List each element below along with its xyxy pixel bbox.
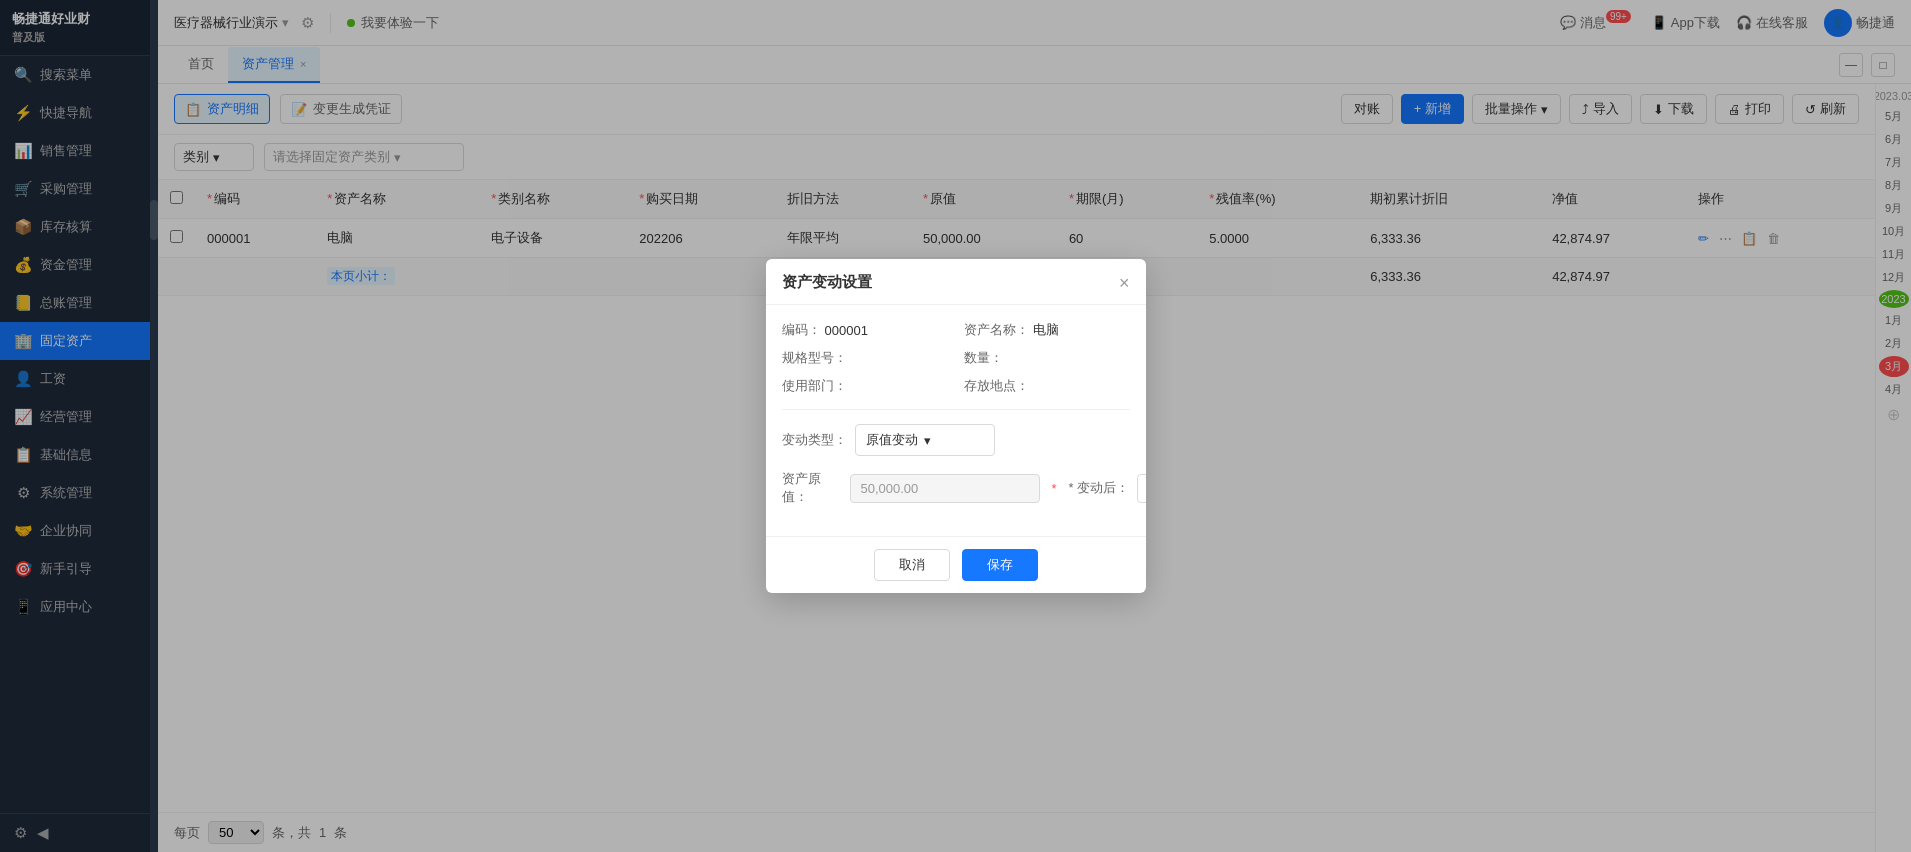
change-type-arrow: ▾	[924, 433, 931, 448]
modal-title: 资产变动设置	[782, 273, 872, 292]
asset-change-modal: 资产变动设置 × 编码： 000001 资产名称： 电脑 规格型号： 数量：	[766, 259, 1146, 593]
modal-department-field: 使用部门：	[782, 377, 948, 395]
modal-header: 资产变动设置 ×	[766, 259, 1146, 305]
after-change-input[interactable]	[1137, 474, 1146, 503]
change-type-select[interactable]: 原值变动 ▾	[855, 424, 995, 456]
modal-location-field: 存放地点：	[964, 377, 1130, 395]
modal-spec-field: 规格型号：	[782, 349, 948, 367]
modal-quantity-field: 数量：	[964, 349, 1130, 367]
modal-close-button[interactable]: ×	[1119, 274, 1130, 292]
modal-code-field: 编码： 000001	[782, 321, 948, 339]
modal-change-type-field: 变动类型： 原值变动 ▾	[782, 424, 1130, 456]
modal-asset-name-field: 资产名称： 电脑	[964, 321, 1130, 339]
modal-overlay: 资产变动设置 × 编码： 000001 资产名称： 电脑 规格型号： 数量：	[0, 0, 1911, 852]
modal-footer: 取消 保存	[766, 536, 1146, 593]
original-value-input	[850, 474, 1040, 503]
cancel-button[interactable]: 取消	[874, 549, 950, 581]
modal-original-value-field: 资产原值： * * 变动后：	[782, 470, 1130, 506]
modal-info-grid: 编码： 000001 资产名称： 电脑 规格型号： 数量： 使用部门：	[782, 321, 1130, 395]
required-star: *	[1052, 481, 1057, 496]
modal-body: 编码： 000001 资产名称： 电脑 规格型号： 数量： 使用部门：	[766, 305, 1146, 536]
modal-divider	[782, 409, 1130, 410]
save-button[interactable]: 保存	[962, 549, 1038, 581]
